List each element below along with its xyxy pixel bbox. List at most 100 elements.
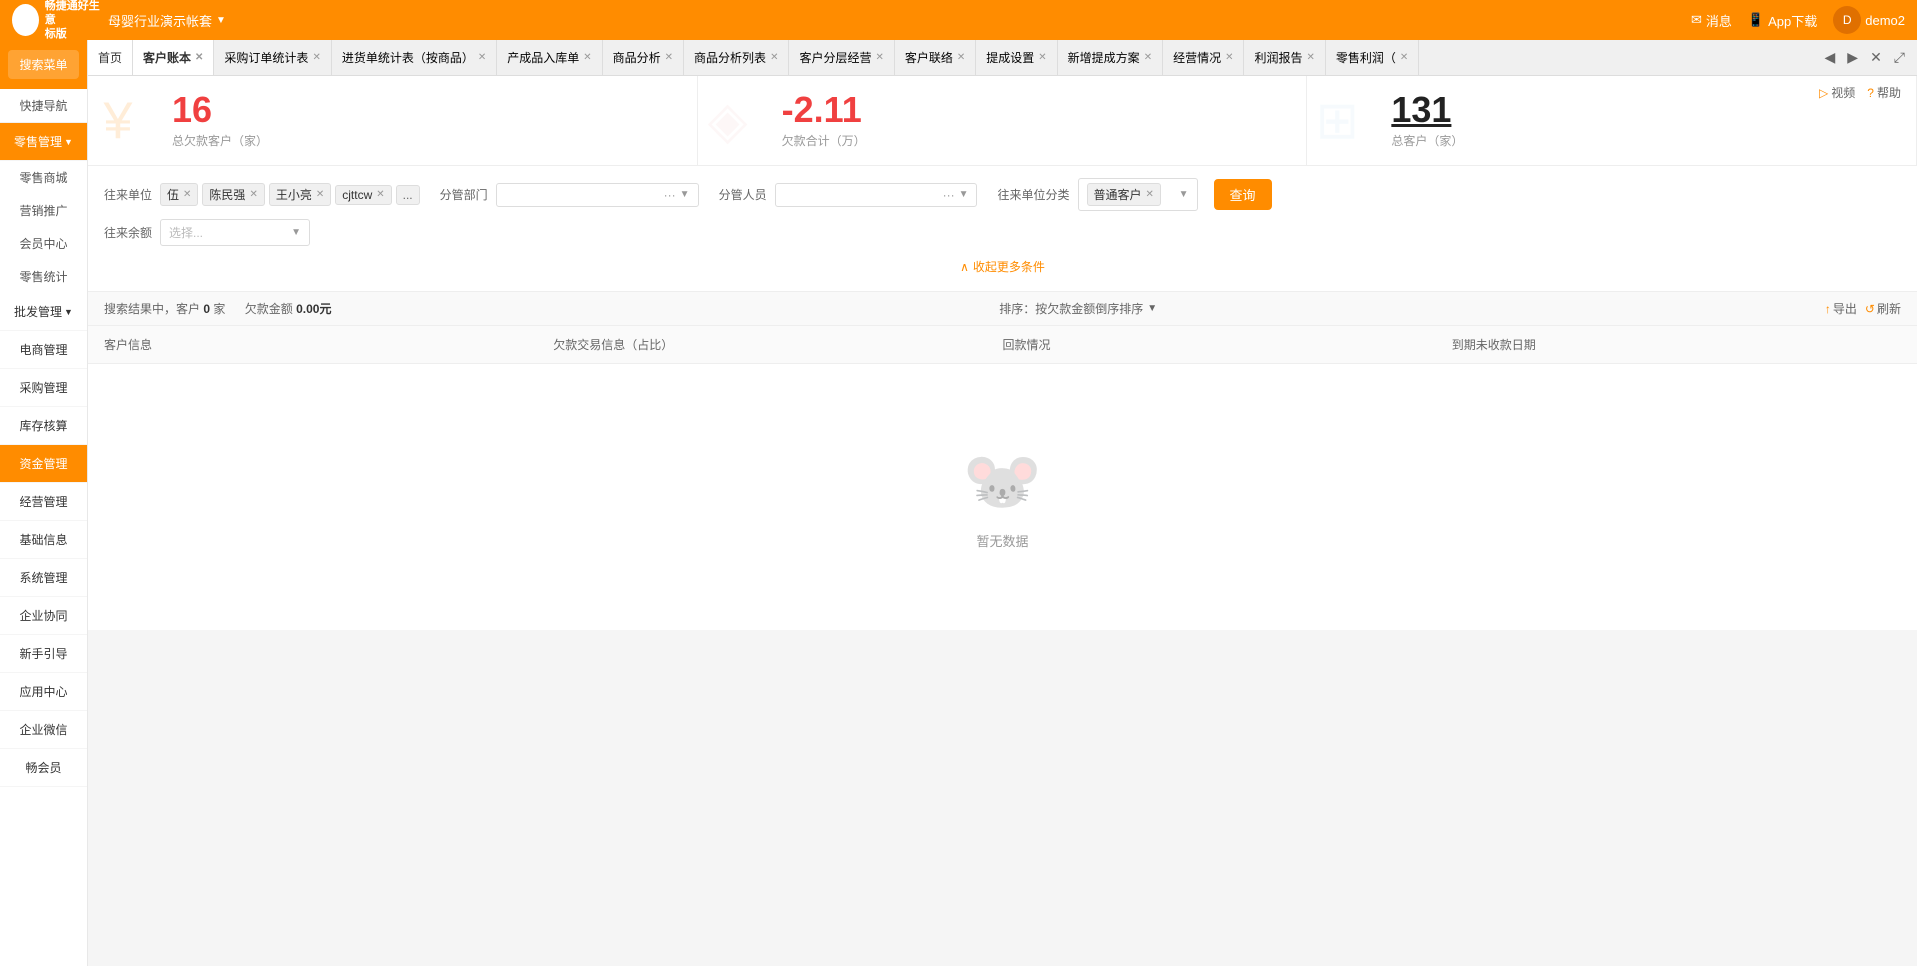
tab-cost-inbound[interactable]: 产成品入库单 ✕ [497,40,602,76]
sidebar-item-retail-stats[interactable]: 零售统计 [0,260,87,293]
tab-retail-profit[interactable]: 零售利润（ ✕ [1326,40,1419,76]
help-icon: ? [1867,86,1874,100]
sidebar-item-member[interactable]: 会员中心 [0,227,87,260]
filter-tag-unit-3[interactable]: 王小亮 ✕ [269,183,331,206]
sidebar-item-basic-info[interactable]: 基础信息 [0,521,87,559]
sidebar-item-system[interactable]: 系统管理 [0,559,87,597]
action-buttons: ↑ 导出 ↺ 刷新 [1825,300,1901,317]
filter-tag-more[interactable]: ... [396,185,420,205]
message-button[interactable]: ✉ 消息 [1691,11,1732,30]
logo-icon: ¥ [12,4,39,36]
export-button[interactable]: ↑ 导出 [1825,300,1857,317]
sidebar-item-app-center[interactable]: 应用中心 [0,673,87,711]
person-select[interactable]: ··· ▼ [775,183,978,207]
sort-label: 排序：按欠款金额倒序排序 [999,300,1143,317]
tab-expand-button[interactable]: ⤢ [1890,47,1909,68]
tag-close-2[interactable]: ✕ [249,189,257,200]
tab-home[interactable]: 首页 [88,40,133,76]
tab-prev-button[interactable]: ◀ [1821,47,1840,68]
stat-debtors-label: 总欠款客户（家） [172,132,268,149]
tab-close-retail-profit[interactable]: ✕ [1400,52,1408,63]
tag-close-1[interactable]: ✕ [183,189,191,200]
balance-select[interactable]: 选择... ▼ [160,219,310,246]
unit-tags: 伍 ✕ 陈民强 ✕ 王小亮 ✕ [160,183,420,206]
filter-tag-unit-1[interactable]: 伍 ✕ [160,183,198,206]
tab-goods-analysis[interactable]: 商品分析 ✕ [603,40,684,76]
query-button[interactable]: 查询 [1214,179,1272,210]
org-selector[interactable]: 母婴行业演示帐套 ▼ [108,11,226,30]
tab-purchase-orders[interactable]: 采购订单统计表 ✕ [214,40,331,76]
tab-bar: 首页 客户账本 ✕ 采购订单统计表 ✕ 进货单统计表（按商品） ✕ 产成品入库单… [88,40,1917,76]
data-table: 客户信息 欠款交易信息（占比） 回款情况 到期未收款日期 🐭 暂无数据 [88,326,1917,630]
collapse-button[interactable]: ∧ 收起更多条件 [104,254,1901,279]
content-area: 首页 客户账本 ✕ 采购订单统计表 ✕ 进货单统计表（按商品） ✕ 产成品入库单… [88,40,1917,966]
unit-type-tag-close[interactable]: ✕ [1146,189,1154,200]
tag-close-3[interactable]: ✕ [316,189,324,200]
empty-text: 暂无数据 [976,531,1028,550]
tab-accounts[interactable]: 客户账本 ✕ [133,40,214,76]
tab-close-new-promo[interactable]: ✕ [1144,52,1152,63]
logo-text: 畅捷通好生意 标版 [45,0,100,41]
sidebar-item-wholesale[interactable]: 批发管理 ▼ [0,293,87,331]
app-download-button[interactable]: 📱 App下载 [1748,11,1817,30]
tab-close-goods-analysis-list[interactable]: ✕ [770,52,778,63]
sidebar-item-enterprise-wechat[interactable]: 企业微信 [0,711,87,749]
balance-filter-label: 往来余额 [104,224,152,241]
tab-close-inbound-stats[interactable]: ✕ [478,52,486,63]
sidebar-item-purchase[interactable]: 采购管理 [0,369,87,407]
tab-goods-analysis-list[interactable]: 商品分析列表 ✕ [684,40,789,76]
sidebar-item-enterprise[interactable]: 企业协同 [0,597,87,635]
tab-close-promo-settings[interactable]: ✕ [1038,52,1046,63]
quick-nav-button[interactable]: 快捷导航 [0,89,87,123]
refresh-button[interactable]: ↺ 刷新 [1865,300,1901,317]
tab-next-button[interactable]: ▶ [1843,47,1862,68]
user-menu[interactable]: D demo2 [1833,6,1905,34]
tab-close-customer-contact[interactable]: ✕ [957,52,965,63]
search-menu-button[interactable]: 搜索菜单 [8,50,79,79]
filter-tag-unit-2[interactable]: 陈民强 ✕ [202,183,264,206]
tab-customer-contact[interactable]: 客户联络 ✕ [895,40,976,76]
stat-customers-number[interactable]: 131 [1391,92,1463,128]
filter-area: 往来单位 伍 ✕ 陈民强 ✕ 王小亮 [88,166,1917,292]
sidebar-item-new-guide[interactable]: 新手引导 [0,635,87,673]
tab-close-all-button[interactable]: ✕ [1866,47,1886,68]
unit-type-select[interactable]: 普通客户 ✕ ▼ [1078,178,1198,211]
unit-type-tag[interactable]: 普通客户 ✕ [1087,183,1161,206]
sidebar-item-marketing[interactable]: 营销推广 [0,194,87,227]
download-icon: 📱 [1748,12,1764,28]
tab-close-accounts[interactable]: ✕ [195,52,203,63]
sidebar-item-finance[interactable]: 资金管理 [0,445,87,483]
video-button[interactable]: ▷ 视频 [1819,84,1855,101]
collapse-icon: ∧ [960,260,969,274]
sidebar-item-ecommerce[interactable]: 电商管理 [0,331,87,369]
tab-close-cost-inbound[interactable]: ✕ [583,52,591,63]
tab-new-promo[interactable]: 新增提成方案 ✕ [1058,40,1163,76]
person-input[interactable] [784,188,939,202]
sidebar-item-retail[interactable]: 零售管理 ▼ [0,123,87,161]
tab-business-status[interactable]: 经营情况 ✕ [1163,40,1244,76]
dept-input[interactable] [505,188,660,202]
tab-bar-actions: ◀ ▶ ✕ ⤢ [1813,47,1917,68]
tab-close-customer-seg[interactable]: ✕ [875,52,883,63]
tab-close-profit-report[interactable]: ✕ [1307,52,1315,63]
sidebar-item-inventory[interactable]: 库存核算 [0,407,87,445]
dept-select[interactable]: ··· ▼ [496,183,699,207]
sidebar-item-retail-mall[interactable]: 零售商城 [0,161,87,194]
top-bar: ¥ 畅捷通好生意 标版 母婴行业演示帐套 ▼ ✉ 消息 📱 App下载 D de… [0,0,1917,40]
filter-row-1: 往来单位 伍 ✕ 陈民强 ✕ 王小亮 [104,178,1901,211]
tab-close-business-status[interactable]: ✕ [1225,52,1233,63]
chevron-icon: ▼ [64,137,73,147]
help-button[interactable]: ? 帮助 [1867,84,1901,101]
stats-bar: ¥ 16 总欠款客户（家） ◈ -2.11 [88,76,1917,166]
filter-tag-unit-4[interactable]: cjttcw ✕ [335,185,391,205]
tab-close-goods-analysis[interactable]: ✕ [665,52,673,63]
tag-close-4[interactable]: ✕ [376,189,384,200]
sidebar-item-vip-member[interactable]: 畅会员 [0,749,87,787]
tab-inbound-stats[interactable]: 进货单统计表（按商品） ✕ [332,40,497,76]
tab-customer-seg[interactable]: 客户分层经营 ✕ [789,40,894,76]
tab-profit-report[interactable]: 利润报告 ✕ [1244,40,1325,76]
sidebar-item-operations[interactable]: 经营管理 [0,483,87,521]
tab-close-purchase-orders[interactable]: ✕ [312,52,320,63]
tab-promo-settings[interactable]: 提成设置 ✕ [976,40,1057,76]
search-result-bar: 搜索结果中，客户 0 家 欠款金额 0.00元 排序：按欠款金额倒序排序 ▼ ↑ [88,292,1917,326]
